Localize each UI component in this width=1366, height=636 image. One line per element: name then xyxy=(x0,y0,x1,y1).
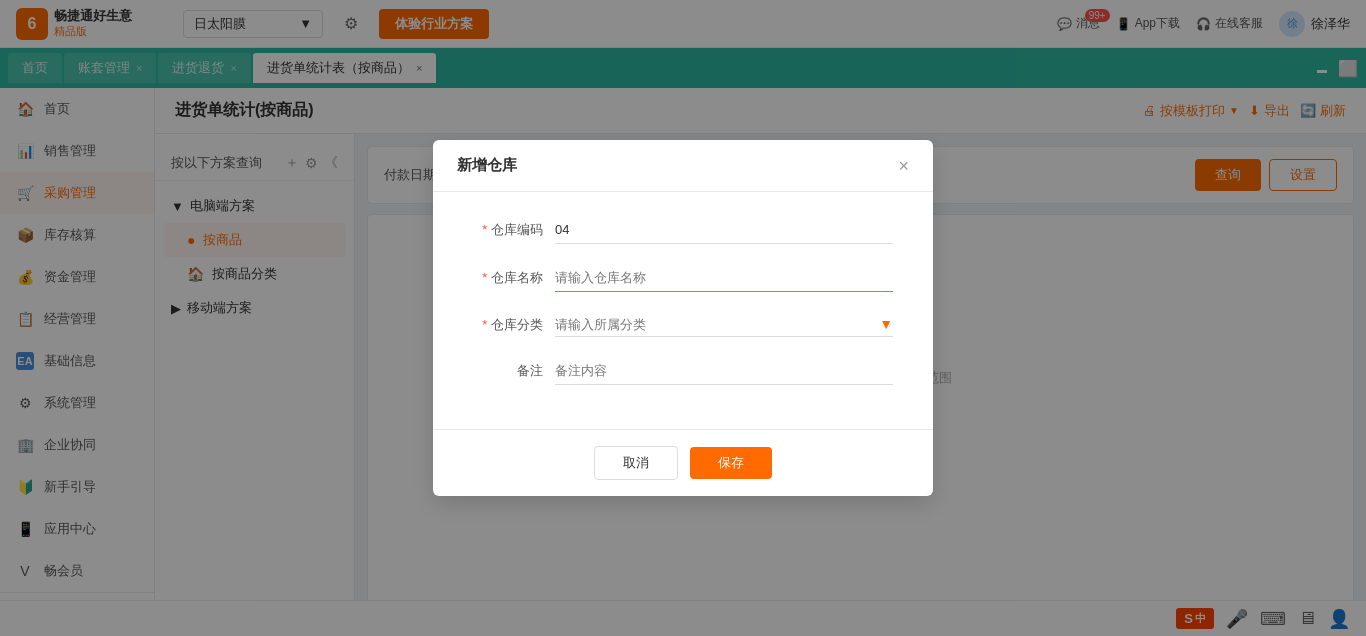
code-label: 仓库编码 xyxy=(473,221,543,239)
save-button[interactable]: 保存 xyxy=(690,447,772,479)
name-input[interactable] xyxy=(555,264,893,292)
form-row-note: 备注 xyxy=(473,357,893,385)
note-input[interactable] xyxy=(555,357,893,385)
dropdown-arrow-icon[interactable]: ▼ xyxy=(879,316,893,332)
code-input[interactable] xyxy=(555,216,893,244)
form-row-category: 仓库分类 ▼ xyxy=(473,312,893,337)
note-label: 备注 xyxy=(473,362,543,380)
form-row-name: 仓库名称 xyxy=(473,264,893,292)
modal-footer: 取消 保存 xyxy=(433,429,933,496)
modal-title: 新增仓库 xyxy=(457,156,517,175)
category-label: 仓库分类 xyxy=(473,316,543,334)
name-label: 仓库名称 xyxy=(473,269,543,287)
modal-body: 仓库编码 仓库名称 仓库分类 ▼ 备注 xyxy=(433,192,933,429)
modal-overlay: 新增仓库 × 仓库编码 仓库名称 仓库分类 ▼ 备注 xyxy=(0,0,1366,636)
cancel-button[interactable]: 取消 xyxy=(594,446,678,480)
add-warehouse-modal: 新增仓库 × 仓库编码 仓库名称 仓库分类 ▼ 备注 xyxy=(433,140,933,496)
category-input[interactable] xyxy=(555,317,879,332)
modal-header: 新增仓库 × xyxy=(433,140,933,192)
category-select-wrap[interactable]: ▼ xyxy=(555,312,893,337)
form-row-code: 仓库编码 xyxy=(473,216,893,244)
modal-close-button[interactable]: × xyxy=(898,157,909,175)
